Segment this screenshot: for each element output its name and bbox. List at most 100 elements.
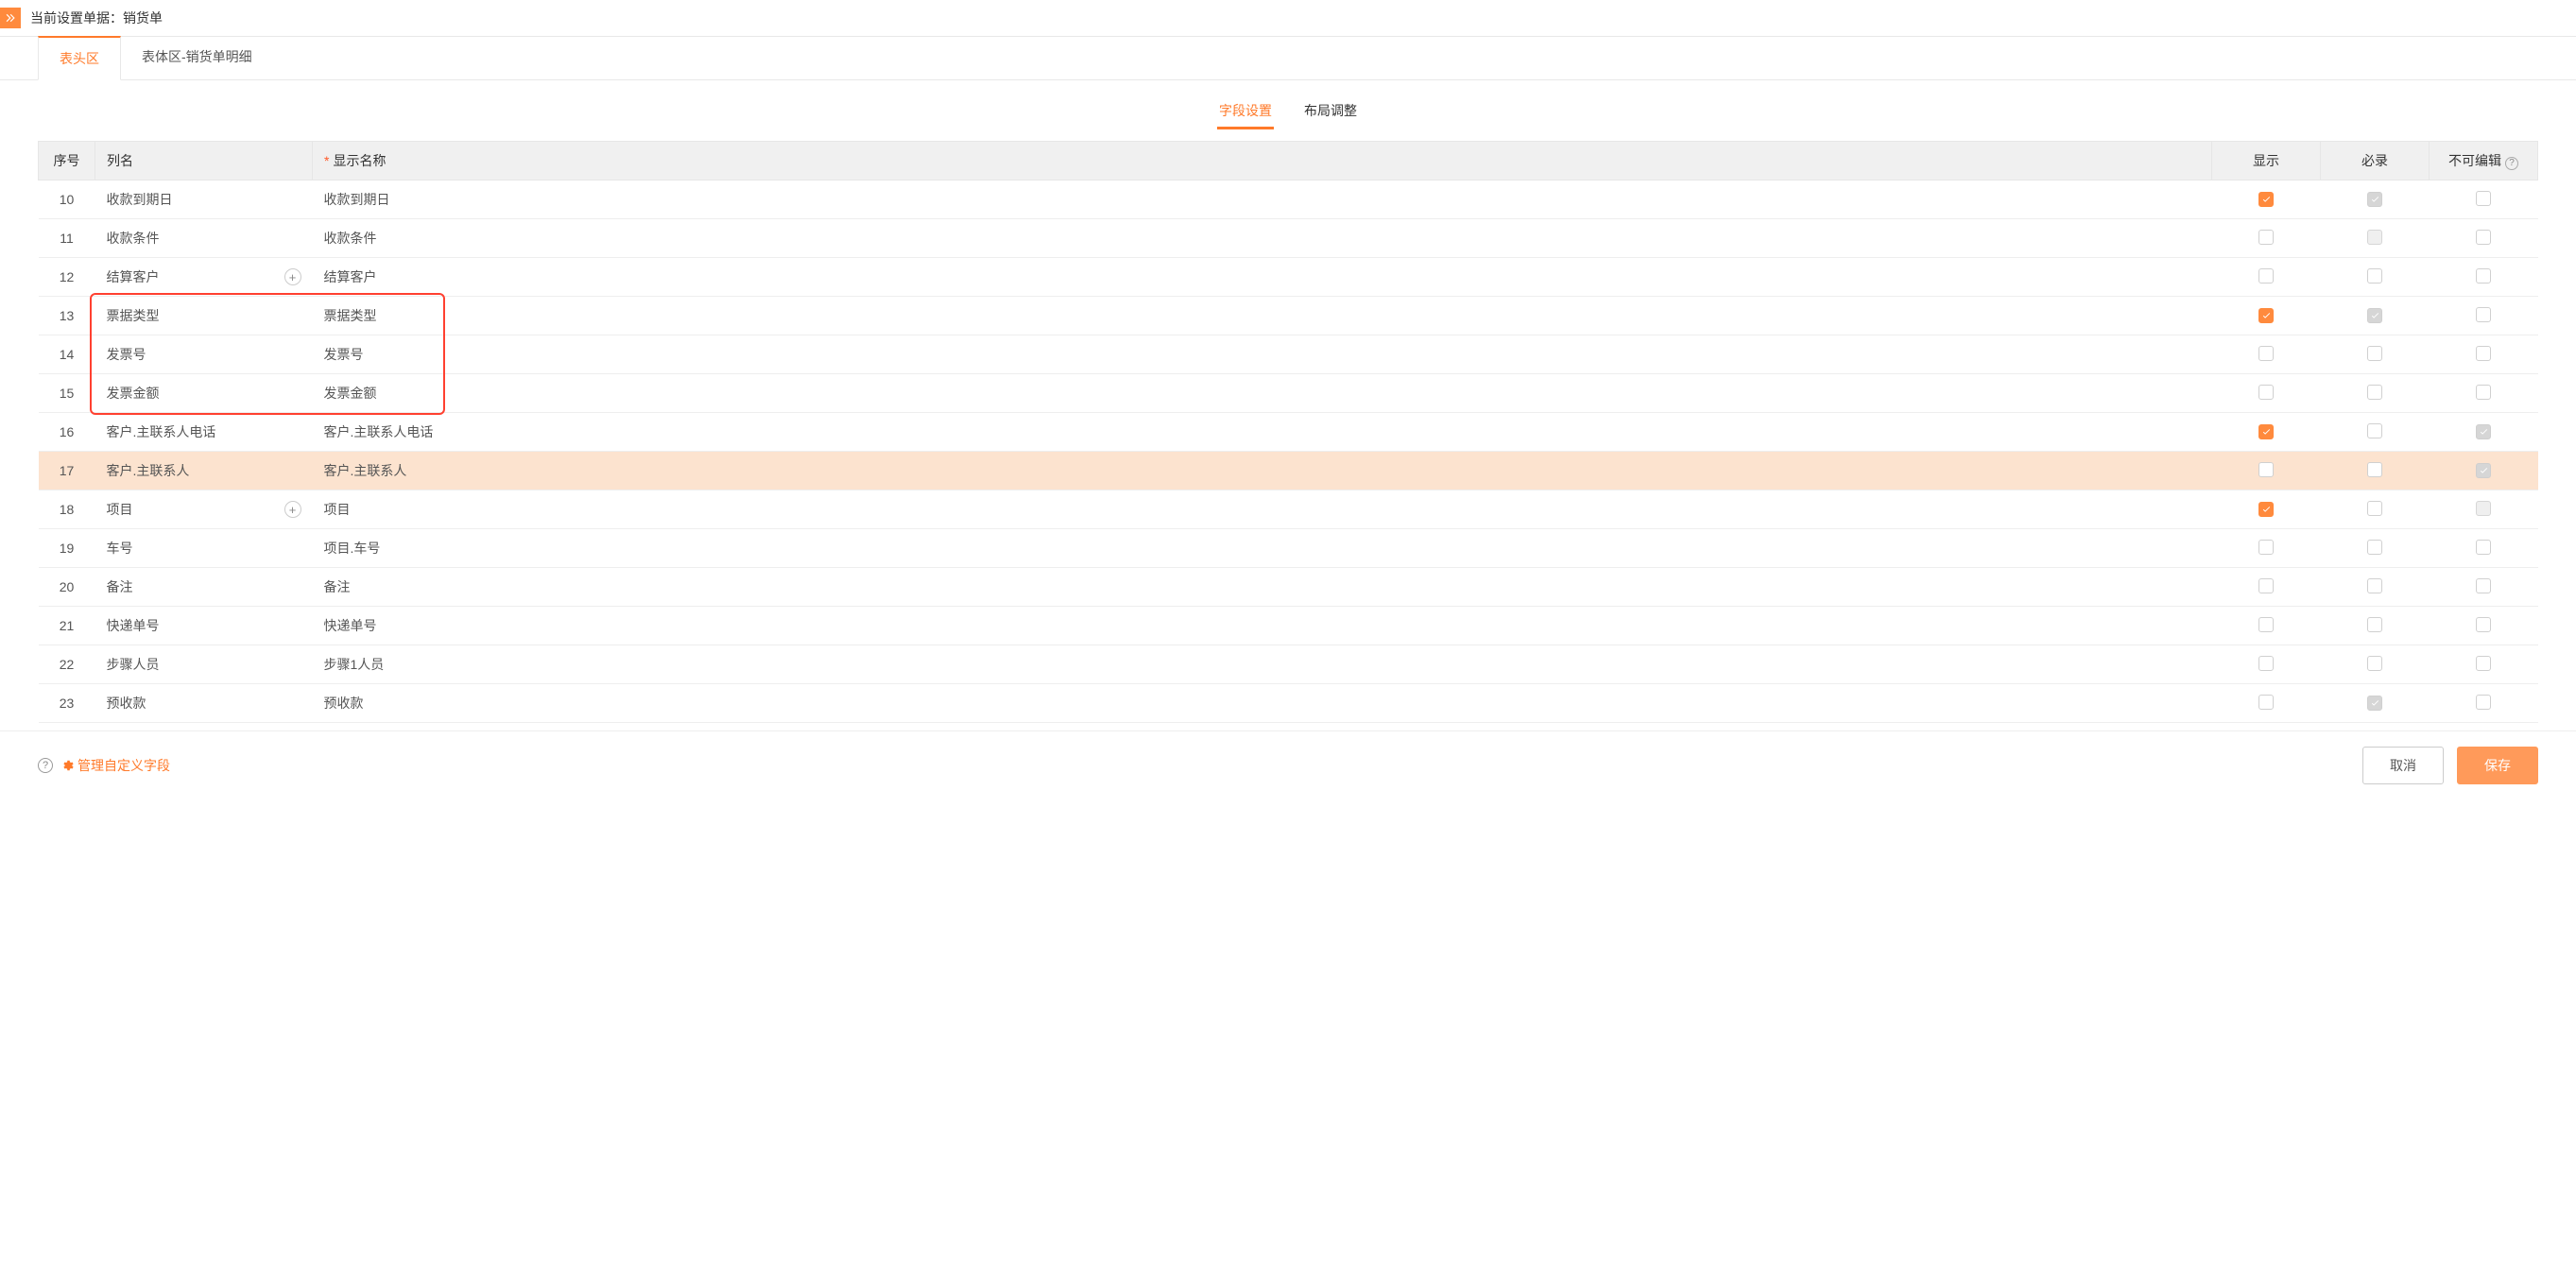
help-icon[interactable]: ? <box>38 758 53 773</box>
row-column-name: 发票号 <box>95 335 313 374</box>
checkbox-required[interactable] <box>2367 268 2382 284</box>
row-seq: 16 <box>39 413 95 452</box>
checkbox-required[interactable] <box>2367 385 2382 400</box>
footer-bar: ? 管理自定义字段 取消 保存 <box>0 731 2576 799</box>
row-display-name[interactable]: 步骤1人员 <box>313 645 2212 684</box>
save-button[interactable]: 保存 <box>2457 747 2538 784</box>
checkbox-show[interactable] <box>2258 617 2274 632</box>
row-display-name[interactable]: 发票号 <box>313 335 2212 374</box>
checkbox-required <box>2367 230 2382 245</box>
checkbox-noedit[interactable] <box>2476 385 2491 400</box>
gear-icon <box>60 759 74 772</box>
top-label: 当前设置单据：销货单 <box>30 9 163 27</box>
row-seq: 20 <box>39 568 95 607</box>
cell-required <box>2321 413 2430 452</box>
row-column-name: 收款条件 <box>95 219 313 258</box>
main-tab-0[interactable]: 表头区 <box>38 36 121 80</box>
row-display-name[interactable]: 收款条件 <box>313 219 2212 258</box>
checkbox-show[interactable] <box>2258 695 2274 710</box>
checkbox-required[interactable] <box>2367 656 2382 671</box>
help-icon[interactable]: ? <box>2505 157 2518 170</box>
cell-required <box>2321 258 2430 297</box>
row-display-name[interactable]: 快递单号 <box>313 607 2212 645</box>
checkbox-show[interactable] <box>2258 578 2274 593</box>
table-row: 14发票号发票号 <box>39 335 2538 374</box>
checkbox-noedit[interactable] <box>2476 656 2491 671</box>
checkbox-noedit[interactable] <box>2476 268 2491 284</box>
checkbox-noedit[interactable] <box>2476 346 2491 361</box>
cell-show <box>2212 568 2321 607</box>
cell-required <box>2321 374 2430 413</box>
row-display-name[interactable]: 票据类型 <box>313 297 2212 335</box>
row-display-name[interactable]: 预收款 <box>313 684 2212 723</box>
checkbox-show[interactable] <box>2258 385 2274 400</box>
col-header-noedit: 不可编辑? <box>2430 142 2538 180</box>
table-row: 10收款到期日收款到期日 <box>39 180 2538 219</box>
row-display-name[interactable]: 发票金额 <box>313 374 2212 413</box>
checkbox-show[interactable] <box>2258 540 2274 555</box>
checkbox-show[interactable] <box>2258 230 2274 245</box>
cell-noedit <box>2430 684 2538 723</box>
row-column-name: 客户.主联系人 <box>95 452 313 490</box>
cell-required <box>2321 297 2430 335</box>
checkbox-show[interactable] <box>2258 656 2274 671</box>
checkbox-show[interactable] <box>2258 502 2274 517</box>
manage-custom-fields-link[interactable]: 管理自定义字段 <box>60 756 170 775</box>
row-display-name[interactable]: 备注 <box>313 568 2212 607</box>
row-display-name[interactable]: 项目 <box>313 490 2212 529</box>
col-header-display-name: *显示名称 <box>313 142 2212 180</box>
sub-tab-0[interactable]: 字段设置 <box>1217 97 1274 129</box>
row-display-name[interactable]: 客户.主联系人 <box>313 452 2212 490</box>
main-tab-1[interactable]: 表体区-销货单明细 <box>121 36 273 79</box>
cell-required <box>2321 219 2430 258</box>
checkbox-show[interactable] <box>2258 424 2274 439</box>
checkbox-noedit[interactable] <box>2476 578 2491 593</box>
checkbox-noedit[interactable] <box>2476 191 2491 206</box>
add-sub-field-button[interactable]: + <box>284 268 301 285</box>
cancel-button[interactable]: 取消 <box>2362 747 2444 784</box>
checkbox-noedit[interactable] <box>2476 540 2491 555</box>
checkbox-show[interactable] <box>2258 346 2274 361</box>
checkbox-noedit[interactable] <box>2476 307 2491 322</box>
checkbox-show[interactable] <box>2258 268 2274 284</box>
sub-tab-1[interactable]: 布局调整 <box>1302 97 1359 129</box>
cell-noedit <box>2430 374 2538 413</box>
cell-show <box>2212 297 2321 335</box>
row-column-name: 快递单号 <box>95 607 313 645</box>
checkbox-show[interactable] <box>2258 308 2274 323</box>
row-display-name[interactable]: 结算客户 <box>313 258 2212 297</box>
checkbox-required[interactable] <box>2367 501 2382 516</box>
add-sub-field-button[interactable]: + <box>284 501 301 518</box>
cell-noedit <box>2430 490 2538 529</box>
checkbox-required[interactable] <box>2367 462 2382 477</box>
cell-show <box>2212 645 2321 684</box>
checkbox-required[interactable] <box>2367 578 2382 593</box>
checkbox-noedit[interactable] <box>2476 617 2491 632</box>
row-column-name: 票据类型 <box>95 297 313 335</box>
checkbox-required[interactable] <box>2367 617 2382 632</box>
manage-custom-fields-label: 管理自定义字段 <box>77 756 170 775</box>
checkbox-required <box>2367 308 2382 323</box>
cell-required <box>2321 684 2430 723</box>
cell-show <box>2212 529 2321 568</box>
table-row: 21快递单号快递单号 <box>39 607 2538 645</box>
checkbox-show[interactable] <box>2258 192 2274 207</box>
row-display-name[interactable]: 客户.主联系人电话 <box>313 413 2212 452</box>
checkbox-show[interactable] <box>2258 462 2274 477</box>
expand-panel-button[interactable] <box>0 8 21 28</box>
row-display-name[interactable]: 收款到期日 <box>313 180 2212 219</box>
col-header-display-name-label: 显示名称 <box>333 153 386 168</box>
cell-required <box>2321 529 2430 568</box>
checkbox-noedit[interactable] <box>2476 695 2491 710</box>
row-seq: 15 <box>39 374 95 413</box>
checkbox-noedit[interactable] <box>2476 230 2491 245</box>
cell-noedit <box>2430 297 2538 335</box>
cell-noedit <box>2430 258 2538 297</box>
cell-show <box>2212 684 2321 723</box>
checkbox-required[interactable] <box>2367 423 2382 438</box>
cell-required <box>2321 335 2430 374</box>
checkbox-required[interactable] <box>2367 540 2382 555</box>
row-display-name[interactable]: 项目.车号 <box>313 529 2212 568</box>
checkbox-required[interactable] <box>2367 346 2382 361</box>
table-row: 19车号项目.车号 <box>39 529 2538 568</box>
